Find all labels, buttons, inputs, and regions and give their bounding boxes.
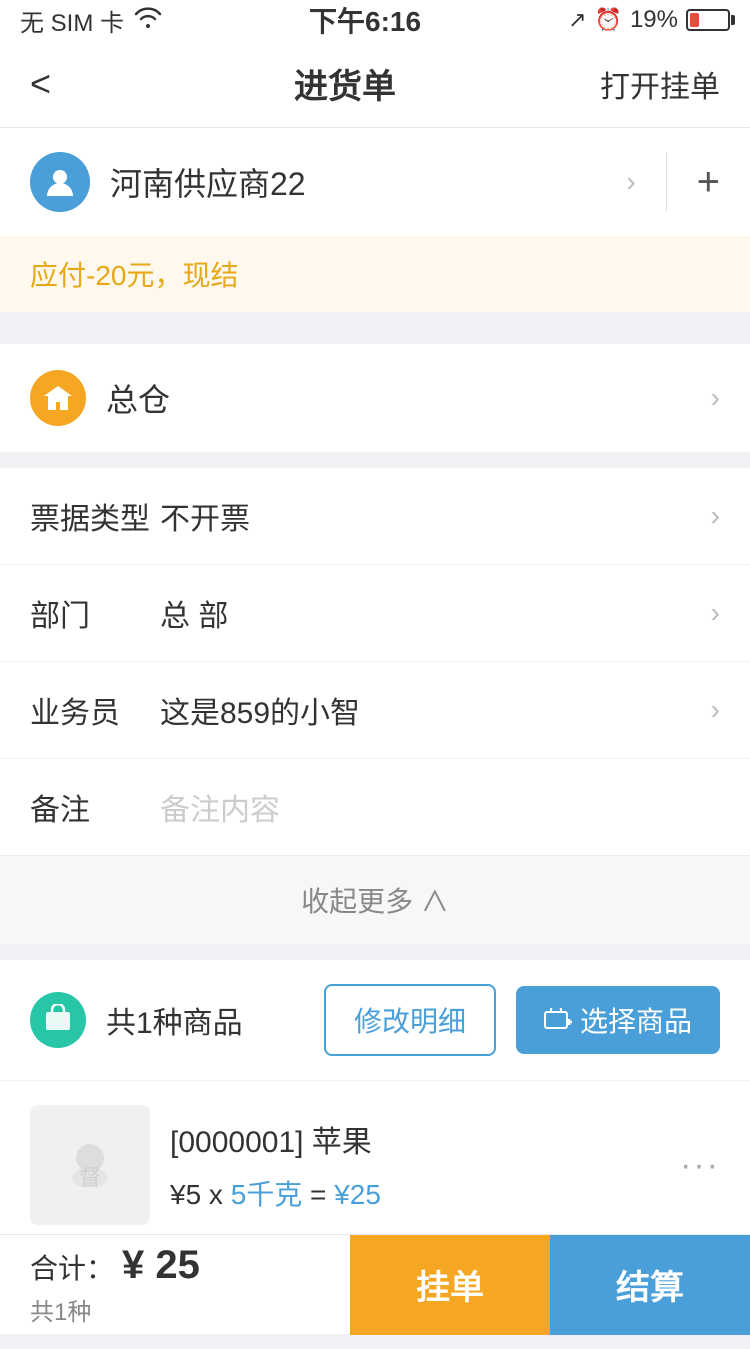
select-product-label: 选择商品 [580, 1000, 692, 1040]
supplier-section: 河南供应商22 › + 应付-20元，现结 [0, 128, 750, 312]
department-row[interactable]: 部门 总 部 › [0, 565, 750, 662]
wifi-icon [134, 6, 162, 35]
add-supplier-button[interactable]: + [697, 160, 720, 205]
edit-detail-button[interactable]: 修改明细 [324, 984, 496, 1056]
product-item: 督 [0000001] 苹果 ¥5 x 5千克 = ¥25 ··· [0, 1080, 750, 1249]
status-left: 无 SIM 卡 [20, 3, 162, 38]
invoice-type-chevron-icon: › [711, 500, 720, 532]
page-title: 进货单 [294, 59, 396, 108]
department-label: 部门 [30, 591, 160, 635]
salesperson-label: 业务员 [30, 688, 160, 732]
products-header: 共1种商品 修改明细 选择商品 [0, 944, 750, 1080]
unit-price: ¥5 x [170, 1179, 231, 1210]
warehouse-name: 总仓 [106, 375, 711, 421]
select-product-button[interactable]: 选择商品 [516, 986, 720, 1054]
nav-bar: < 进货单 打开挂单 [0, 40, 750, 128]
alarm-icon: ⏰ [595, 7, 622, 33]
footer-total: 合计： ¥ 25 共1种 [0, 1243, 350, 1327]
product-count-label: 共1种商品 [106, 998, 304, 1042]
product-info: [0000001] 苹果 ¥5 x 5千克 = ¥25 [170, 1117, 660, 1213]
supplier-row: 河南供应商22 › + [0, 128, 750, 236]
equals-sign: = [302, 1179, 334, 1210]
battery-icon [686, 9, 730, 31]
vertical-divider [666, 152, 667, 212]
salesperson-value: 这是859的小智 [160, 688, 711, 732]
open-hang-button[interactable]: 打开挂单 [600, 62, 720, 106]
product-code: [0000001] [170, 1126, 312, 1159]
remark-input[interactable]: 备注内容 [160, 785, 720, 829]
salesperson-chevron-icon: › [711, 694, 720, 726]
supplier-name[interactable]: 河南供应商22 [110, 159, 626, 205]
warehouse-icon [30, 370, 86, 426]
department-value: 总 部 [160, 591, 711, 635]
warehouse-row[interactable]: 总仓 › [0, 328, 750, 452]
salesperson-row[interactable]: 业务员 这是859的小智 › [0, 662, 750, 759]
product-name: [0000001] 苹果 [170, 1117, 660, 1161]
quantity-value: 5千克 [231, 1179, 303, 1210]
back-button[interactable]: < [30, 63, 90, 105]
info-banner: 应付-20元，现结 [0, 236, 750, 312]
product-title: 苹果 [312, 1126, 372, 1159]
remark-label: 备注 [30, 785, 160, 829]
total-amount: ¥ 25 [122, 1243, 200, 1288]
form-section: 票据类型 不开票 › 部门 总 部 › 业务员 这是859的小智 › 备注 备注… [0, 452, 750, 855]
main-content: 河南供应商22 › + 应付-20元，现结 总仓 › 票据类型 不开票 › 部门… [0, 128, 750, 1349]
invoice-type-value: 不开票 [160, 494, 711, 538]
supplier-avatar [30, 152, 90, 212]
location-icon: ↗ [568, 7, 586, 33]
department-chevron-icon: › [711, 597, 720, 629]
checkout-button[interactable]: 结算 [550, 1235, 750, 1335]
product-thumbnail: 督 [30, 1105, 150, 1225]
battery-label: 19% [630, 6, 678, 34]
warehouse-chevron-icon: › [711, 382, 720, 414]
supplier-actions: › + [626, 152, 720, 212]
total-label: 合计： [30, 1247, 114, 1287]
remark-row[interactable]: 备注 备注内容 [0, 759, 750, 855]
carrier-label: 无 SIM 卡 [20, 3, 124, 38]
total-sub: 共1种 [30, 1292, 320, 1327]
product-count-icon [30, 992, 86, 1048]
supplier-chevron-icon: › [626, 166, 635, 198]
hang-button[interactable]: 挂单 [350, 1235, 550, 1335]
collapse-toggle[interactable]: 收起更多 ∧ [0, 855, 750, 944]
product-more-button[interactable]: ··· [680, 1146, 720, 1185]
invoice-type-label: 票据类型 [30, 494, 160, 538]
footer: 合计： ¥ 25 共1种 挂单 结算 [0, 1234, 750, 1334]
status-bar: 无 SIM 卡 下午6:16 ↗ ⏰ 19% [0, 0, 750, 40]
status-time: 下午6:16 [309, 0, 421, 40]
product-price: ¥5 x 5千克 = ¥25 [170, 1173, 660, 1213]
total-price: ¥25 [334, 1179, 381, 1210]
status-right: ↗ ⏰ 19% [568, 6, 730, 34]
invoice-type-row[interactable]: 票据类型 不开票 › [0, 468, 750, 565]
svg-text:督: 督 [79, 1165, 101, 1190]
